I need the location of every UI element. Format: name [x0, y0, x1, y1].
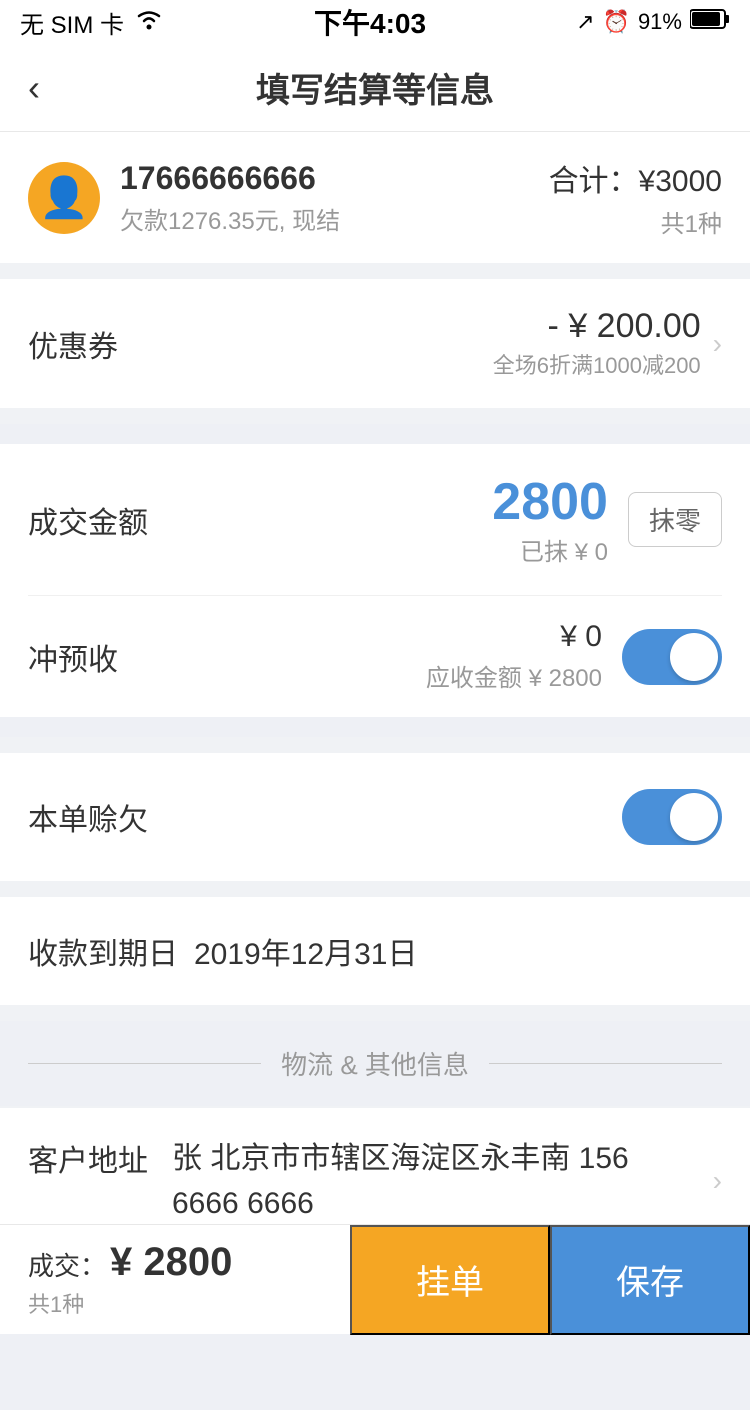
duedate-row: 收款到期日 2019年12月31日: [28, 897, 722, 1005]
logistics-divider: 物流 & 其他信息: [0, 1021, 750, 1106]
coupon-row[interactable]: 优惠券 - ¥ 200.00 全场6折满1000减200 ›: [0, 279, 750, 408]
prepay-label: 冲预收: [28, 635, 118, 679]
coupon-label: 优惠券: [28, 322, 118, 366]
receivable-amount: 应收金额 ¥ 2800: [426, 658, 602, 693]
logistics-line-left: [28, 1063, 261, 1064]
logistics-line-right: [489, 1063, 722, 1064]
page-title: 填写结算等信息: [256, 63, 494, 112]
duedate-section: 收款到期日 2019年12月31日: [0, 897, 750, 1005]
writeoff-section: 本单赊欠: [0, 753, 750, 881]
writeoff-label: 本单赊欠: [28, 795, 148, 839]
amount-row: 成交金额 2800 已抹 ¥ 0 抹零: [28, 444, 722, 595]
status-right: ↗ ⏰ 91%: [576, 8, 730, 36]
customer-total: 合计：¥3000 共1种: [549, 156, 722, 239]
location-icon: ↗: [576, 9, 594, 35]
status-time: 下午4:03: [314, 2, 426, 42]
battery-text: 91%: [638, 9, 682, 35]
erased-amount: 已抹 ¥ 0: [492, 532, 608, 567]
customer-details: 17666666666 欠款1276.35元, 现结: [120, 160, 340, 236]
battery-icon: [690, 8, 730, 36]
coupon-right: - ¥ 200.00 全场6折满1000减200 ›: [493, 307, 722, 380]
prepay-right: ¥ 0 应收金额 ¥ 2800: [426, 620, 722, 693]
amount-label: 成交金额: [28, 498, 148, 542]
status-bar: 无 SIM 卡 下午4:03 ↗ ⏰ 91%: [0, 0, 750, 44]
address-value: 张 北京市市辖区海淀区永丰南 156 6666 6666: [172, 1136, 701, 1226]
pending-button[interactable]: 挂单: [350, 1225, 550, 1335]
back-button[interactable]: ‹: [28, 67, 40, 109]
coupon-value-col: - ¥ 200.00 全场6折满1000减200: [493, 307, 701, 380]
save-button[interactable]: 保存: [550, 1225, 750, 1335]
coupon-desc: 全场6折满1000减200: [493, 348, 701, 380]
avatar: 👤: [28, 162, 100, 234]
writeoff-toggle[interactable]: [622, 789, 722, 845]
prepay-toggle[interactable]: [622, 629, 722, 685]
sim-text: 无 SIM 卡: [20, 5, 124, 40]
amount-value: 2800: [492, 472, 608, 532]
customer-debt: 欠款1276.35元, 现结: [120, 201, 340, 236]
address-row: 客户地址 张 北京市市辖区海淀区永丰南 156 6666 6666 ›: [28, 1136, 722, 1226]
amount-section: 成交金额 2800 已抹 ¥ 0 抹零 冲预收 ¥ 0 应收金额 ¥ 2800: [0, 444, 750, 717]
toggle-knob: [670, 633, 718, 681]
duedate-label: 收款到期日: [28, 929, 178, 973]
status-left: 无 SIM 卡: [20, 5, 164, 40]
customer-phone: 17666666666: [120, 160, 340, 197]
amount-value-col: 2800 已抹 ¥ 0: [492, 472, 608, 567]
footer: 成交： ¥ 2800 共1种 挂单 保存: [0, 1224, 750, 1334]
divider-1: [0, 424, 750, 444]
footer-amount: ¥ 2800: [110, 1240, 232, 1285]
logistics-label: 物流 & 其他信息: [261, 1045, 489, 1082]
avatar-icon: 👤: [39, 174, 89, 221]
footer-deal-row: 成交： ¥ 2800: [28, 1240, 322, 1285]
address-chevron-icon: ›: [713, 1165, 722, 1197]
footer-info: 成交： ¥ 2800 共1种: [0, 1240, 350, 1319]
nav-bar: ‹ 填写结算等信息: [0, 44, 750, 132]
writeoff-toggle-knob: [670, 793, 718, 841]
footer-deal-label: 成交：: [28, 1246, 106, 1283]
prepay-row: 冲预收 ¥ 0 应收金额 ¥ 2800: [28, 595, 722, 717]
customer-left: 👤 17666666666 欠款1276.35元, 现结: [28, 160, 340, 236]
amount-right: 2800 已抹 ¥ 0 抹零: [492, 472, 722, 567]
coupon-chevron-icon: ›: [713, 328, 722, 360]
total-amount: 合计：¥3000: [549, 156, 722, 200]
prepay-value-col: ¥ 0 应收金额 ¥ 2800: [426, 620, 602, 693]
address-label: 客户地址: [28, 1136, 148, 1180]
writeoff-row: 本单赊欠: [28, 753, 722, 881]
duedate-value: 2019年12月31日: [194, 929, 417, 973]
alarm-icon: ⏰: [603, 9, 630, 35]
footer-count: 共1种: [28, 1287, 322, 1319]
total-count: 共1种: [549, 204, 722, 239]
coupon-value: - ¥ 200.00: [493, 307, 701, 346]
round-button[interactable]: 抹零: [628, 492, 722, 547]
prepay-amount: ¥ 0: [426, 620, 602, 654]
customer-info-section: 👤 17666666666 欠款1276.35元, 现结 合计：¥3000 共1…: [0, 132, 750, 263]
divider-2: [0, 717, 750, 737]
wifi-icon: [134, 8, 164, 37]
